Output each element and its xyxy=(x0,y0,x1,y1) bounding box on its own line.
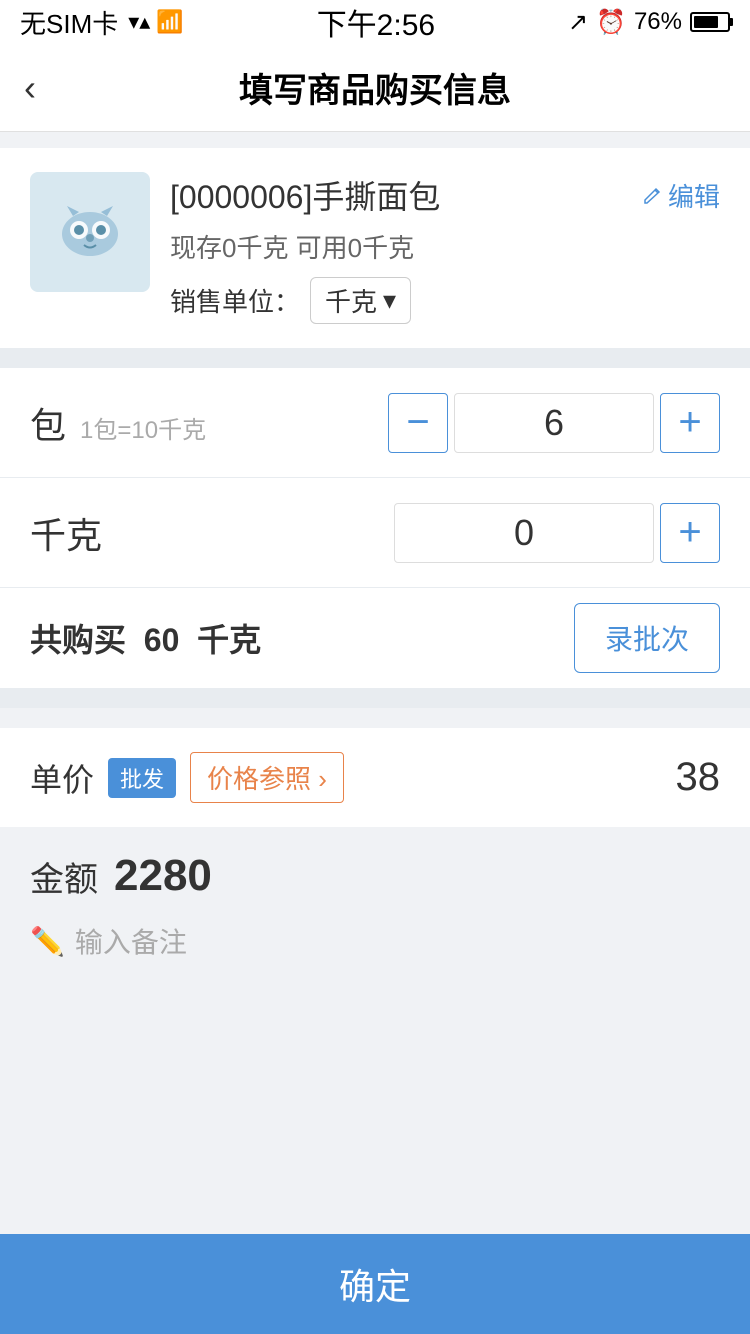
price-label: 单价 xyxy=(30,755,94,801)
amount-row: 金额 2280 xyxy=(30,851,720,901)
section-divider-2 xyxy=(0,688,750,708)
pencil-icon: ✏️ xyxy=(30,925,65,958)
bag-quantity-input[interactable] xyxy=(454,393,654,453)
nav-bar: ‹ 填写商品购买信息 xyxy=(0,44,750,132)
price-ref-button[interactable]: 价格参照 › xyxy=(190,752,344,803)
battery-percent: 76% xyxy=(634,8,682,36)
summary-unit: 千克 xyxy=(197,622,261,658)
product-name: [0000006]手撕面包 xyxy=(170,172,440,218)
wifi-icon: ▾▴ 📶 xyxy=(128,9,184,35)
kg-label: 千克 xyxy=(30,507,102,559)
price-value: 38 xyxy=(676,755,721,800)
price-type-tag: 批发 xyxy=(108,758,176,798)
confirm-button[interactable]: 确定 xyxy=(0,1234,750,1334)
remark-placeholder: 输入备注 xyxy=(75,921,187,961)
battery-icon xyxy=(690,12,730,32)
kg-quantity-input[interactable] xyxy=(394,503,654,563)
status-carrier: 无SIM卡 ▾▴ 📶 xyxy=(20,4,184,41)
amount-section: 金额 2280 ✏️ 输入备注 xyxy=(0,827,750,977)
edit-label: 编辑 xyxy=(668,177,720,214)
section-divider-1 xyxy=(0,348,750,368)
product-unit-row: 销售单位： 千克 ▾ xyxy=(170,277,720,324)
summary-row: 共购买 60 千克 录批次 xyxy=(0,588,750,688)
product-info: [0000006]手撕面包 编辑 现存0千克 可用0千克 销售单位： 千克 ▾ xyxy=(170,172,720,324)
summary-amount: 60 xyxy=(144,622,180,658)
amount-value: 2280 xyxy=(114,851,212,901)
amount-label: 金额 xyxy=(30,852,98,901)
bag-increment-button[interactable]: + xyxy=(660,393,720,453)
unit-select[interactable]: 千克 ▾ xyxy=(310,277,411,324)
remark-row[interactable]: ✏️ 输入备注 xyxy=(30,921,720,961)
kg-row: 千克 + xyxy=(0,478,750,588)
content-spacer xyxy=(0,977,750,1277)
unit-dropdown-icon: ▾ xyxy=(383,285,396,316)
kg-increment-button[interactable]: + xyxy=(660,503,720,563)
kg-quantity-control: + xyxy=(394,503,720,563)
status-indicators: ↗ ⏰ 76% xyxy=(568,8,730,37)
status-bar: 无SIM卡 ▾▴ 📶 下午2:56 ↗ ⏰ 76% xyxy=(0,0,750,44)
alarm-icon: ⏰ xyxy=(596,8,626,37)
summary-label: 共购买 xyxy=(30,622,126,658)
summary-text: 共购买 60 千克 xyxy=(30,615,261,661)
unit-value: 千克 xyxy=(325,282,377,319)
bag-label: 包 xyxy=(30,397,66,449)
bag-row: 包 1包=10千克 − + xyxy=(0,368,750,478)
price-row: 单价 批发 价格参照 › 38 xyxy=(30,752,720,803)
price-section: 单价 批发 价格参照 › 38 xyxy=(0,728,750,827)
batch-button[interactable]: 录批次 xyxy=(574,603,720,673)
unit-label: 销售单位： xyxy=(170,282,300,319)
bag-quantity-control: − + xyxy=(388,393,720,453)
back-button[interactable]: ‹ xyxy=(24,67,36,109)
product-card: [0000006]手撕面包 编辑 现存0千克 可用0千克 销售单位： 千克 ▾ xyxy=(0,148,750,348)
price-label-group: 单价 批发 价格参照 › xyxy=(30,752,344,803)
product-stock: 现存0千克 可用0千克 xyxy=(170,228,720,265)
carrier-text: 无SIM卡 xyxy=(20,4,118,41)
edit-button[interactable]: 编辑 xyxy=(642,177,720,214)
page-title: 填写商品购买信息 xyxy=(239,63,511,112)
product-thumbnail xyxy=(30,172,150,292)
location-icon: ↗ xyxy=(568,8,588,37)
quantity-section: 包 1包=10千克 − + 千克 + 共购买 60 千克 录批次 xyxy=(0,368,750,688)
status-time: 下午2:56 xyxy=(317,0,435,44)
bag-decrement-button[interactable]: − xyxy=(388,393,448,453)
bag-hint: 1包=10千克 xyxy=(80,410,206,445)
